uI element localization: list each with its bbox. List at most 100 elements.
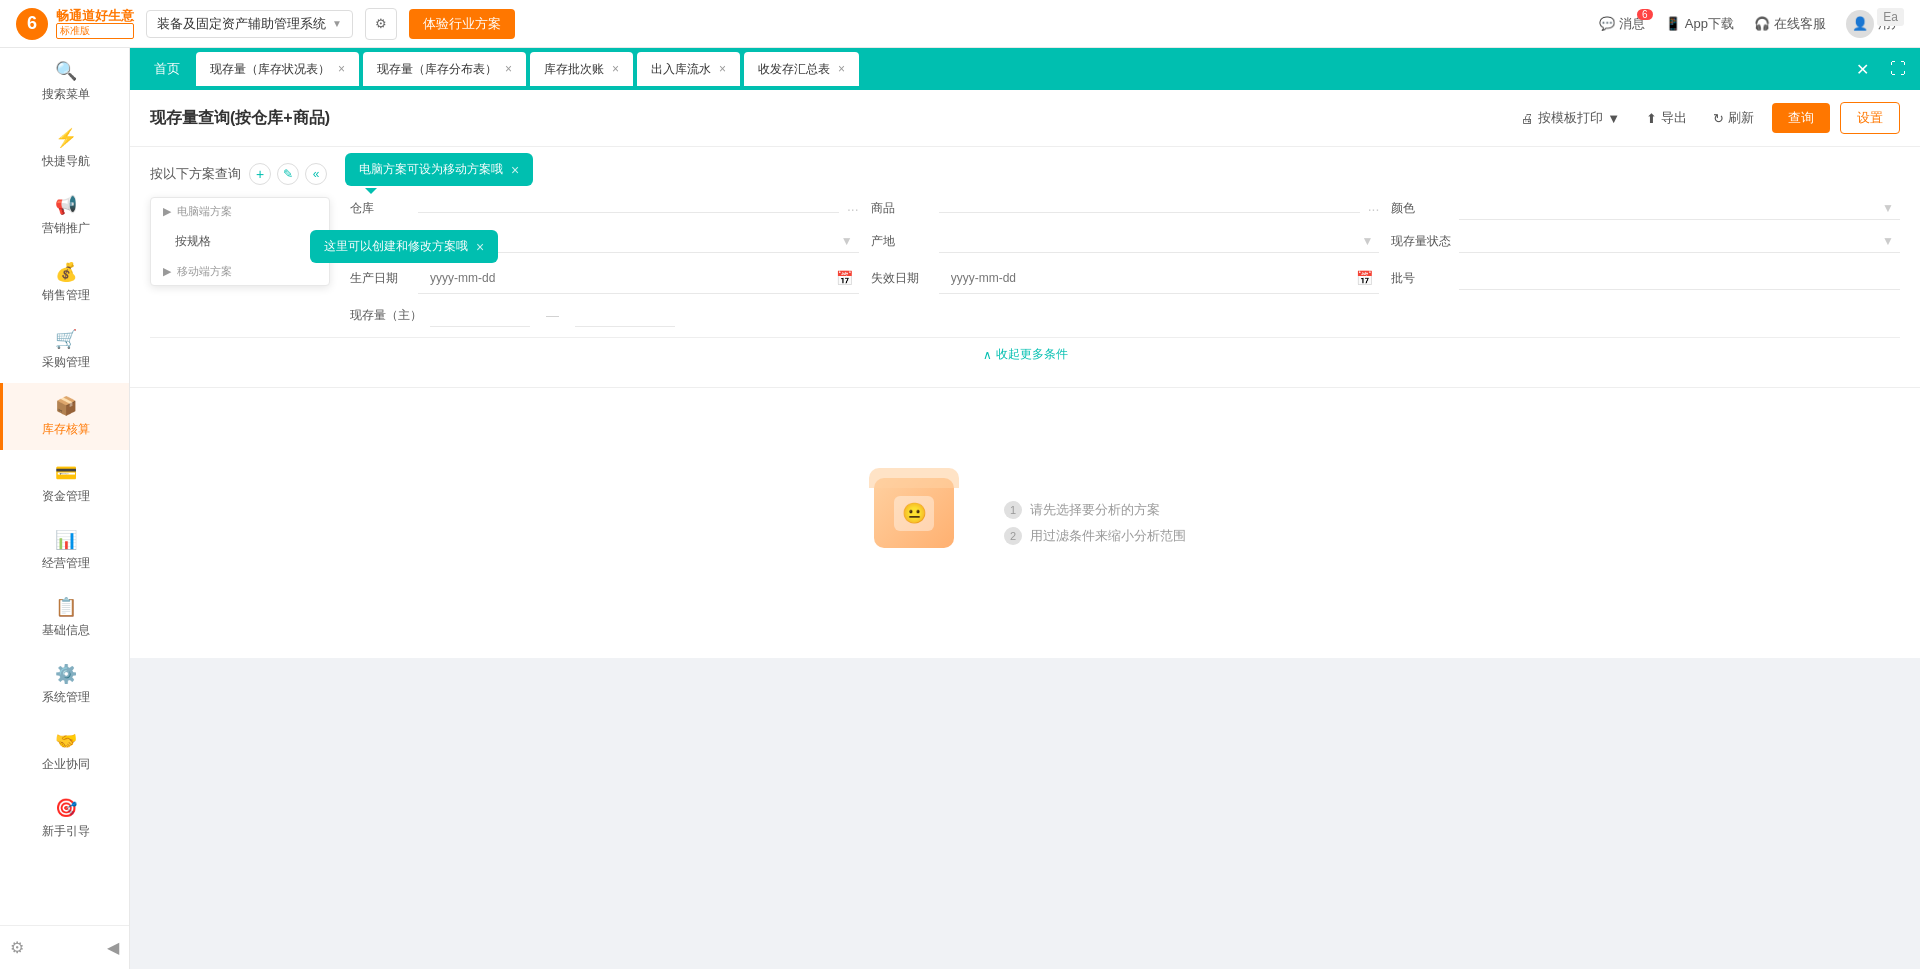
print-button[interactable]: 🖨 按模板打印 ▼ [1513,105,1628,131]
sidebar-bottom: ⚙ ◀ [0,925,129,969]
batch-no-input[interactable] [1459,267,1900,290]
page-title: 现存量查询(按仓库+商品) [150,108,330,129]
calendar-icon-exp[interactable]: 📅 [1356,270,1373,286]
stock-qty-field: 现存量（主） — [350,304,863,327]
goods-dots[interactable]: ··· [1368,201,1380,217]
tab-inout-flow[interactable]: 出入库流水 × [637,52,740,86]
filter-area: 按以下方案查询 + ✎ « 电脑方案可设为移动方案哦 × 这里可以创建和修改方案… [130,147,1920,388]
industry-button[interactable]: 体验行业方案 [409,9,515,39]
sidebar-settings-icon[interactable]: ⚙ [10,938,24,957]
color-select[interactable]: ▼ [1459,197,1900,220]
tab-inventory-status[interactable]: 现存量（库存状况表） × [196,52,359,86]
print-arrow-icon: ▼ [1607,111,1620,126]
sidebar-item-quick[interactable]: ⚡ 快捷导航 [0,115,129,182]
tooltip-create-scheme-fixed: 这里可以创建和修改方案哦 × [310,230,498,263]
back-scheme-button[interactable]: « [305,163,327,185]
tab-close-icon[interactable]: × [338,62,345,76]
tab-home[interactable]: 首页 [138,48,196,90]
box-icon: 📦 [55,395,77,417]
top-bar-right: 💬 消息 6 📱 App下载 🎧 在线客服 👤 用户 Ea [1599,10,1904,38]
tab-collection-summary[interactable]: 收发存汇总表 × [744,52,859,86]
size-chevron-icon: ▼ [841,234,853,248]
sidebar-item-search[interactable]: 🔍 搜索菜单 [0,48,129,115]
sidebar-item-finance[interactable]: 💳 资金管理 [0,450,129,517]
handshake-icon: 🤝 [55,730,77,752]
collapse-bar[interactable]: ∧ 收起更多条件 [150,337,1900,371]
filter-row-1: 仓库 ··· 商品 ··· 颜色 ▼ [350,197,1900,220]
settings-icon[interactable]: ⚙ [365,8,397,40]
gear-icon: ⚙️ [55,663,77,685]
filter-row-2: 尺码 ▼ 产地 ▼ 现存量状态 [350,230,1900,253]
logo-area: 6 畅通道好生意 标准版 [16,8,146,40]
collapse-up-icon: ∧ [983,348,992,362]
empty-illustration: 😐 [864,468,974,578]
edit-scheme-button[interactable]: ✎ [277,163,299,185]
settings-page-button[interactable]: 设置 [1840,102,1900,134]
goods-select[interactable] [939,204,1360,213]
tab-close-icon-5[interactable]: × [838,62,845,76]
sidebar-item-marketing[interactable]: 📢 营销推广 [0,182,129,249]
tooltip1-close[interactable]: × [511,162,519,178]
tooltip-desktop-scheme: 电脑方案可设为移动方案哦 × [345,153,533,186]
message-icon: 💬 [1599,16,1615,31]
tab-inventory-dist[interactable]: 现存量（库存分布表） × [363,52,526,86]
sidebar-collapse-icon[interactable]: ◀ [107,938,119,957]
close-all-tabs-icon[interactable]: ✕ [1848,55,1876,83]
sidebar-item-purchase[interactable]: 🛒 采购管理 [0,316,129,383]
main-layout: 🔍 搜索菜单 ⚡ 快捷导航 📢 营销推广 💰 销售管理 🛒 采购管理 📦 库存核… [0,48,1920,969]
printer-icon: 🖨 [1521,111,1534,126]
warehouse-select[interactable] [418,204,839,213]
headset-icon: 🎧 [1754,16,1770,31]
tab-close-icon-3[interactable]: × [612,62,619,76]
empty-state: 😐 1 请先选择要分析的方案 2 用过滤条件来缩小分析范围 [130,388,1920,658]
tooltip2-close-fixed[interactable]: × [476,239,484,255]
phone-icon: 📱 [1665,16,1681,31]
sidebar-item-sales[interactable]: 💰 销售管理 [0,249,129,316]
stock-qty-min-input[interactable] [430,304,530,327]
scheme-panel: ▶ 电脑端方案 按规格 ▶ 移动端方案 [150,197,330,286]
origin-select[interactable]: ▼ [939,230,1380,253]
filter-label: 按以下方案查询 [150,165,241,183]
main-content: 首页 现存量（库存状况表） × 现存量（库存分布表） × 库存批次账 × 出入库… [130,48,1920,969]
logo-text: 畅通道好生意 标准版 [56,8,134,40]
page-area: 现存量查询(按仓库+商品) 🖨 按模板打印 ▼ ⬆ 导出 ↻ 刷新 [130,90,1920,969]
add-scheme-button[interactable]: + [249,163,271,185]
sidebar-item-system[interactable]: ⚙️ 系统管理 [0,651,129,718]
chart-icon: 📊 [55,529,77,551]
top-bar-center: 装备及固定资产辅助管理系统 ▼ ⚙ 体验行业方案 [146,8,1599,40]
refresh-button[interactable]: ↻ 刷新 [1705,105,1762,131]
export-button[interactable]: ⬆ 导出 [1638,105,1695,131]
filter-row-4: 现存量（主） — [350,304,1900,327]
system-selector[interactable]: 装备及固定资产辅助管理系统 ▼ [146,10,353,38]
stock-status-select[interactable]: ▼ [1459,230,1900,253]
scheme-group-desktop: ▶ 电脑端方案 [151,198,329,225]
tab-close-icon-4[interactable]: × [719,62,726,76]
sidebar-item-basic[interactable]: 📋 基础信息 [0,584,129,651]
expand-tab-icon[interactable]: ⛶ [1884,55,1912,83]
color-field: 颜色 ▼ [1391,197,1900,220]
origin-chevron-icon: ▼ [1361,234,1373,248]
prod-date-input[interactable] [424,267,832,289]
tab-close-icon-2[interactable]: × [505,62,512,76]
sidebar-item-enterprise[interactable]: 🤝 企业协同 [0,718,129,785]
tab-batch-account[interactable]: 库存批次账 × [530,52,633,86]
exp-date-field: 失效日期 📅 [871,263,1380,294]
scheme-item-byspec[interactable]: 按规格 [151,225,329,258]
exp-date-input-wrap: 📅 [939,263,1380,294]
warehouse-dots[interactable]: ··· [847,201,859,217]
online-service-button[interactable]: 🎧 在线客服 [1754,15,1826,33]
query-button[interactable]: 查询 [1772,103,1830,133]
app-download-button[interactable]: 📱 App下载 [1665,15,1734,33]
message-button[interactable]: 💬 消息 6 [1599,15,1645,33]
sidebar-item-guide[interactable]: 🎯 新手引导 [0,785,129,852]
batch-no-field: 批号 [1391,263,1900,294]
calendar-icon-prod[interactable]: 📅 [836,270,853,286]
scheme-group-mobile: ▶ 移动端方案 [151,258,329,285]
stock-status-field: 现存量状态 ▼ [1391,230,1900,253]
search-icon: 🔍 [55,60,77,82]
exp-date-input[interactable] [945,267,1353,289]
sidebar-item-operations[interactable]: 📊 经营管理 [0,517,129,584]
stock-qty-max-input[interactable] [575,304,675,327]
megaphone-icon: 📢 [55,194,77,216]
sidebar-item-inventory[interactable]: 📦 库存核算 [0,383,129,450]
